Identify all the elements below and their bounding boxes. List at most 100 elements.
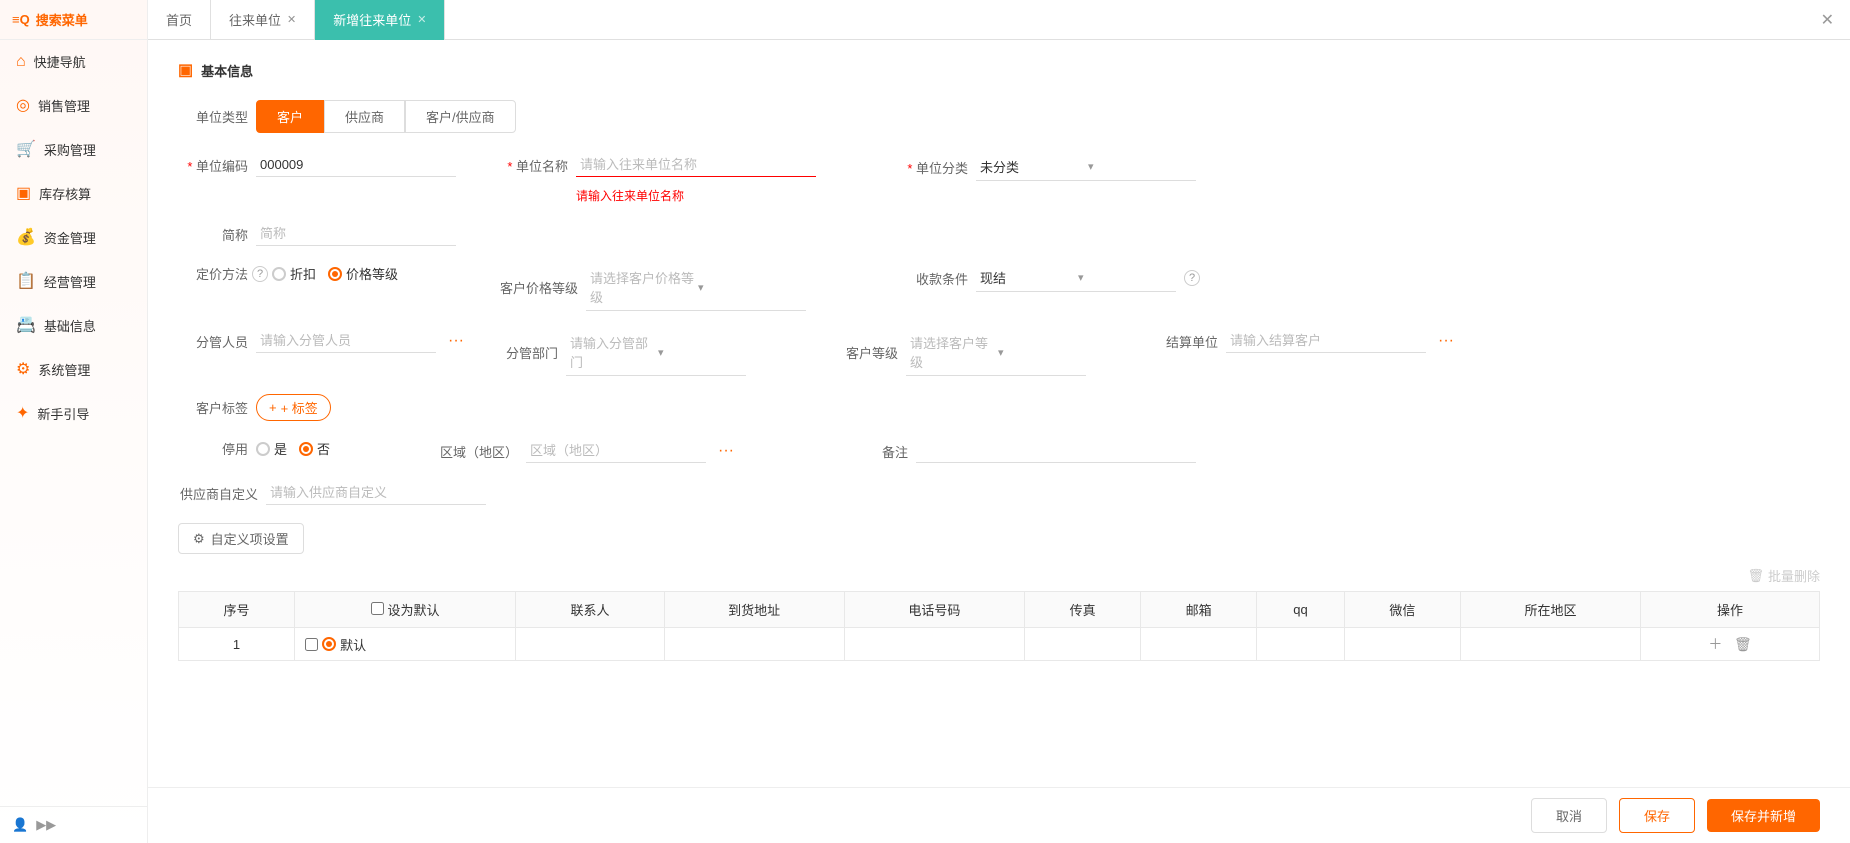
- table-row: 1 默认: [179, 628, 1820, 661]
- disable-yes-label: 是: [274, 439, 287, 458]
- sidebar-item-ops-mgmt[interactable]: 📋 经营管理: [0, 259, 147, 303]
- basic-info-icon: 📇: [16, 315, 36, 335]
- payment-terms-label: 收款条件: [898, 269, 968, 288]
- tab-new-contact-close[interactable]: ✕: [417, 13, 426, 26]
- customer-level-select[interactable]: 请选择客户等级 ▾: [906, 329, 1086, 376]
- unit-type-group: 客户 供应商 客户/供应商: [256, 100, 516, 133]
- close-all-tabs-btn[interactable]: ✕: [1821, 10, 1850, 30]
- customer-tag-field: 客户标签 + + 标签: [178, 394, 1820, 421]
- region-label: 区域（地区）: [438, 442, 518, 461]
- row-checkbox[interactable]: [305, 638, 318, 651]
- save-button[interactable]: 保存: [1619, 798, 1695, 833]
- sidebar-item-sales-mgmt[interactable]: ◎ 销售管理: [0, 83, 147, 127]
- row-email: [1141, 628, 1257, 661]
- add-tag-btn[interactable]: + + 标签: [256, 394, 331, 421]
- pricing-help-icon[interactable]: ?: [252, 266, 268, 282]
- tab-contacts-close[interactable]: ✕: [287, 13, 296, 26]
- sidebar-bottom-expand-icon[interactable]: ▶▶: [36, 817, 56, 833]
- sidebar-item-finance[interactable]: 💰 资金管理: [0, 215, 147, 259]
- search-menu-label: 搜索菜单: [36, 10, 88, 29]
- tab-contacts[interactable]: 往来单位 ✕: [211, 0, 315, 40]
- search-menu-btn[interactable]: ≡Q 搜索菜单: [12, 10, 135, 29]
- pricing-method-field: 定价方法 ? 折扣 价格等级: [178, 264, 498, 283]
- form-area: ▣ 基本信息 单位类型 客户 供应商 客户/供应商 单位编码 单位名称: [148, 40, 1850, 787]
- row-delete-btn[interactable]: 🗑: [1730, 636, 1756, 652]
- unit-code-field: 单位编码: [178, 153, 498, 177]
- unit-type-customer-btn[interactable]: 客户: [256, 100, 324, 133]
- sidebar-label-sales-mgmt: 销售管理: [38, 96, 90, 115]
- tab-new-contact[interactable]: 新增往来单位 ✕: [315, 0, 445, 40]
- remarks-input[interactable]: [916, 439, 1196, 463]
- region-input[interactable]: [526, 439, 706, 463]
- manager-label: 分管人员: [178, 332, 248, 351]
- sidebar-label-quick-nav: 快捷导航: [34, 52, 86, 71]
- chevron-down-icon3: ▾: [1078, 271, 1172, 284]
- sidebar-item-quick-nav[interactable]: ⌂ 快捷导航: [0, 40, 147, 83]
- disable-yes-radio[interactable]: 是: [256, 439, 287, 458]
- unit-name-input[interactable]: [576, 153, 816, 177]
- row-wechat: [1344, 628, 1460, 661]
- gear-icon: ⚙: [193, 531, 205, 547]
- col-seq: 序号: [179, 592, 295, 628]
- settlement-unit-dots-btn[interactable]: ···: [1434, 332, 1458, 350]
- row-default-radio[interactable]: 默认: [322, 635, 366, 654]
- row-seq: 1: [179, 628, 295, 661]
- settlement-unit-input[interactable]: [1226, 329, 1426, 353]
- discount-radio-circle: [272, 267, 286, 281]
- section-title-basic-info: ▣ 基本信息: [178, 60, 1820, 80]
- customer-level-label: 客户等级: [838, 343, 898, 362]
- unit-type-supplier-btn[interactable]: 供应商: [324, 100, 405, 133]
- payment-terms-value: 现结: [980, 268, 1074, 287]
- tab-home[interactable]: 首页: [148, 0, 211, 40]
- unit-category-select[interactable]: 未分类 ▾: [976, 153, 1196, 181]
- cancel-button[interactable]: 取消: [1531, 798, 1607, 833]
- unit-type-label: 单位类型: [178, 107, 248, 126]
- unit-category-field: 单位分类 未分类 ▾: [898, 153, 1278, 181]
- batch-delete-btn[interactable]: 🗑 批量删除: [178, 566, 1820, 585]
- disable-field: 停用 是 否: [178, 439, 438, 458]
- sidebar-search-area[interactable]: ≡Q 搜索菜单: [0, 0, 147, 40]
- row-default-label: 默认: [340, 635, 366, 654]
- row-address: [664, 628, 844, 661]
- disable-label: 停用: [178, 439, 248, 458]
- disable-no-radio[interactable]: 否: [299, 439, 330, 458]
- section-title-label: 基本信息: [201, 61, 253, 80]
- customer-price-level-placeholder: 请选择客户价格等级: [590, 268, 694, 306]
- short-name-input[interactable]: [256, 222, 456, 246]
- bottom-bar: 取消 保存 保存并新增: [148, 787, 1850, 843]
- unit-type-both-btn[interactable]: 客户/供应商: [405, 100, 516, 133]
- payment-help-icon[interactable]: ?: [1184, 270, 1200, 286]
- col-email: 邮箱: [1141, 592, 1257, 628]
- settlement-unit-label: 结算单位: [1158, 332, 1218, 351]
- unit-type-field: 单位类型 客户 供应商 客户/供应商: [178, 100, 528, 133]
- pricing-discount-radio[interactable]: 折扣: [272, 264, 316, 283]
- row-pricing: 定价方法 ? 折扣 价格等级 客户价格等级 请选择客户价格等级: [178, 264, 1820, 311]
- sidebar-item-purchase-mgmt[interactable]: 🛒 采购管理: [0, 127, 147, 171]
- col-fax: 传真: [1025, 592, 1141, 628]
- tab-home-label: 首页: [166, 10, 192, 29]
- sales-icon: ◎: [16, 95, 30, 115]
- payment-terms-select[interactable]: 现结 ▾: [976, 264, 1176, 292]
- sidebar-item-new-guide[interactable]: ✦ 新手引导: [0, 391, 147, 435]
- region-dots-btn[interactable]: ···: [714, 442, 738, 460]
- customer-price-level-select[interactable]: 请选择客户价格等级 ▾: [586, 264, 806, 311]
- pricing-level-radio[interactable]: 价格等级: [328, 264, 398, 283]
- purchase-icon: 🛒: [16, 139, 36, 159]
- department-field: 分管部门 请输入分管部门 ▾: [498, 329, 838, 376]
- sidebar-item-basic-info[interactable]: 📇 基础信息: [0, 303, 147, 347]
- chevron-down-icon5: ▾: [998, 346, 1082, 359]
- unit-code-input[interactable]: [256, 153, 456, 177]
- col-address: 到货地址: [664, 592, 844, 628]
- sidebar-item-system-mgmt[interactable]: ⚙ 系统管理: [0, 347, 147, 391]
- sidebar-item-inventory[interactable]: ▣ 库存核算: [0, 171, 147, 215]
- custom-settings-btn[interactable]: ⚙ 自定义项设置: [178, 523, 304, 554]
- level-radio-circle: [328, 267, 342, 281]
- supplier-custom-input[interactable]: [266, 481, 486, 505]
- save-new-button[interactable]: 保存并新增: [1707, 799, 1820, 832]
- department-select[interactable]: 请输入分管部门 ▾: [566, 329, 746, 376]
- manager-dots-btn[interactable]: ···: [444, 332, 468, 350]
- manager-input[interactable]: [256, 329, 436, 353]
- row-add-btn[interactable]: ＋: [1704, 636, 1726, 652]
- select-all-checkbox[interactable]: [371, 602, 384, 615]
- plus-icon: +: [269, 400, 277, 415]
